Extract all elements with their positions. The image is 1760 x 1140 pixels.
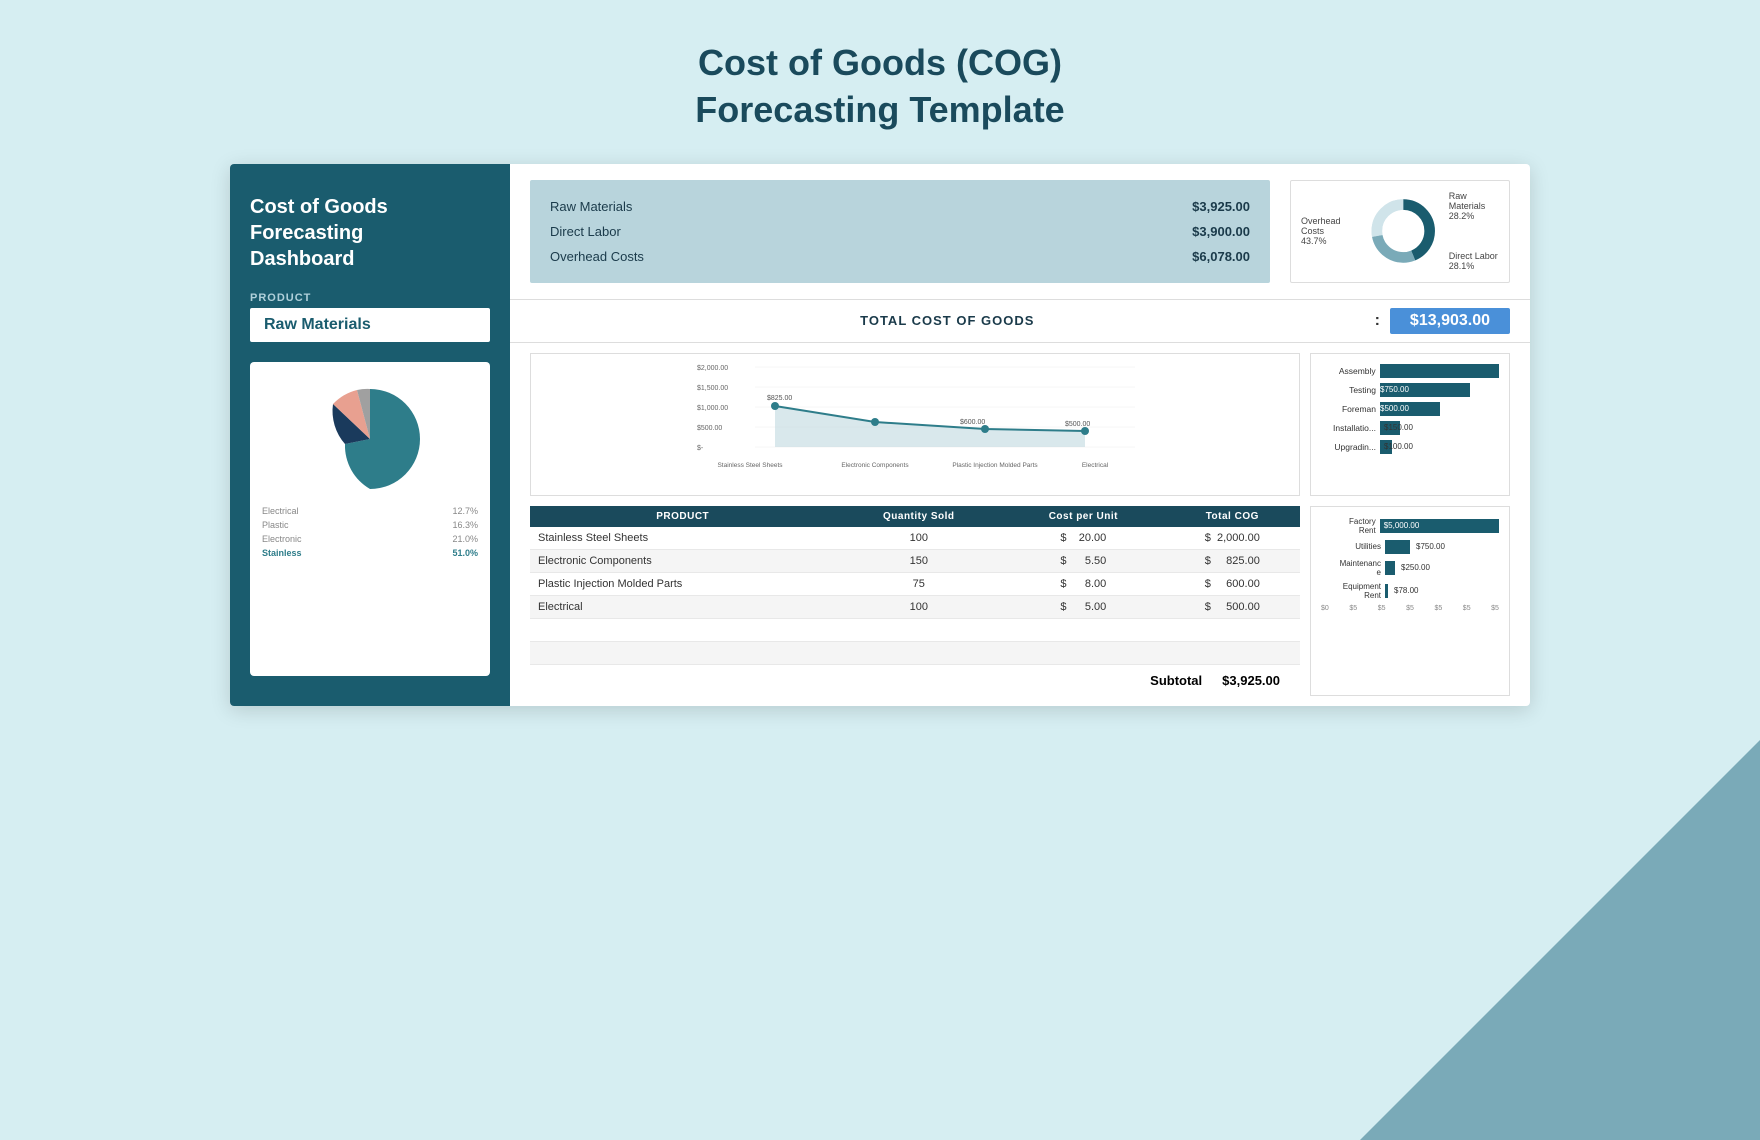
svg-text:Stainless Steel Sheets: Stainless Steel Sheets xyxy=(717,462,783,469)
bar-utilities: Utilities $750.00 xyxy=(1321,540,1499,554)
col-total: Total COG xyxy=(1165,506,1300,527)
bar-installation: Installatio... $150.00 xyxy=(1321,421,1499,435)
bar-maintenance: Maintenance $250.00 xyxy=(1321,559,1499,577)
svg-text:Plastic Injection Molded Parts: Plastic Injection Molded Parts xyxy=(952,462,1038,469)
svg-text:Electronic Components: Electronic Components xyxy=(841,462,909,469)
table-row: Plastic Injection Molded Parts 75 $ 8.00… xyxy=(530,572,1300,595)
total-row: TOTAL COST OF GOODS : $13,903.00 xyxy=(510,299,1530,343)
product-row: PRODUCT Raw Materials xyxy=(250,292,490,342)
background-triangle xyxy=(1360,740,1760,1140)
bar-equipment-rent: EquipmentRent $78.00 xyxy=(1321,582,1499,600)
line-chart-section: $2,000.00 $1,500.00 $1,000.00 $500.00 $- xyxy=(530,353,1300,496)
bar-testing: Testing $750.00 xyxy=(1321,383,1499,397)
summary-cards: Raw Materials $3,925.00 Direct Labor $3,… xyxy=(530,180,1270,283)
summary-section: Raw Materials $3,925.00 Direct Labor $3,… xyxy=(510,164,1530,299)
charts-row: $2,000.00 $1,500.00 $1,000.00 $500.00 $- xyxy=(510,343,1530,506)
product-label: PRODUCT xyxy=(250,292,490,304)
cog-table: PRODUCT Quantity Sold Cost per Unit Tota… xyxy=(530,506,1300,665)
summary-overhead: Overhead Costs $6,078.00 xyxy=(550,244,1250,269)
col-cpu: Cost per Unit xyxy=(1002,506,1164,527)
svg-text:$-: $- xyxy=(697,445,704,452)
svg-text:$1,500.00: $1,500.00 xyxy=(697,385,728,392)
col-product: PRODUCT xyxy=(530,506,835,527)
sidebar: Cost of GoodsForecastingDashboard PRODUC… xyxy=(230,164,510,706)
donut-section: Overhead Costs43.7% Raw Materials28.2% xyxy=(1290,180,1510,283)
main-content: Raw Materials $3,925.00 Direct Labor $3,… xyxy=(510,164,1530,706)
bar-foreman: Foreman $500.00 xyxy=(1321,402,1499,416)
svg-text:$600.00: $600.00 xyxy=(960,419,985,426)
total-value: $13,903.00 xyxy=(1390,308,1510,334)
table-row-empty xyxy=(530,641,1300,664)
col-qty: Quantity Sold xyxy=(835,506,1002,527)
table-row: Electrical 100 $ 5.00 $ 500.00 xyxy=(530,595,1300,618)
line-chart-svg: $2,000.00 $1,500.00 $1,000.00 $500.00 $- xyxy=(539,362,1291,482)
svg-text:$825.00: $825.00 xyxy=(767,395,792,402)
table-row: Stainless Steel Sheets 100 $ 20.00 $ 2,0… xyxy=(530,527,1300,550)
table-row: Electronic Components 150 $ 5.50 $ 825.0… xyxy=(530,549,1300,572)
product-value: Raw Materials xyxy=(250,308,490,342)
svg-text:$500.00: $500.00 xyxy=(697,425,722,432)
svg-text:Electrical: Electrical xyxy=(1082,462,1109,469)
bar-factory-rent: FactoryRent $5,000.00 xyxy=(1321,517,1499,535)
page-title: Cost of Goods (COG) Forecasting Template xyxy=(695,40,1064,134)
pie-chart-container: Electrical 12.7% Plastic 16.3% Electroni… xyxy=(250,362,490,676)
bar-assembly: Assembly xyxy=(1321,364,1499,378)
pie-chart-svg xyxy=(290,374,450,504)
bar-upgrading: Upgradin... $100.00 xyxy=(1321,440,1499,454)
direct-labor-bars: Assembly Testing $750.00 Foreman $500.00 xyxy=(1310,353,1510,496)
overhead-bars: FactoryRent $5,000.00 Utilities $750.00 xyxy=(1310,506,1510,696)
table-section: PRODUCT Quantity Sold Cost per Unit Tota… xyxy=(530,506,1300,696)
dashboard: Cost of GoodsForecastingDashboard PRODUC… xyxy=(230,164,1530,706)
total-label: TOTAL COST OF GOODS xyxy=(530,313,1365,328)
svg-text:$1,000.00: $1,000.00 xyxy=(697,405,728,412)
donut-chart-svg xyxy=(1368,191,1438,271)
table-row-empty xyxy=(530,618,1300,641)
summary-raw-materials: Raw Materials $3,925.00 xyxy=(550,194,1250,219)
subtotal-value: $3,925.00 xyxy=(1222,673,1280,688)
sidebar-title: Cost of GoodsForecastingDashboard xyxy=(250,194,490,272)
svg-text:$2,000.00: $2,000.00 xyxy=(697,365,728,372)
bottom-section: PRODUCT Quantity Sold Cost per Unit Tota… xyxy=(510,506,1530,706)
subtotal-row: Subtotal $3,925.00 xyxy=(530,665,1300,696)
summary-direct-labor: Direct Labor $3,900.00 xyxy=(550,219,1250,244)
subtotal-label: Subtotal xyxy=(1150,673,1202,688)
svg-text:$500.00: $500.00 xyxy=(1065,421,1090,428)
